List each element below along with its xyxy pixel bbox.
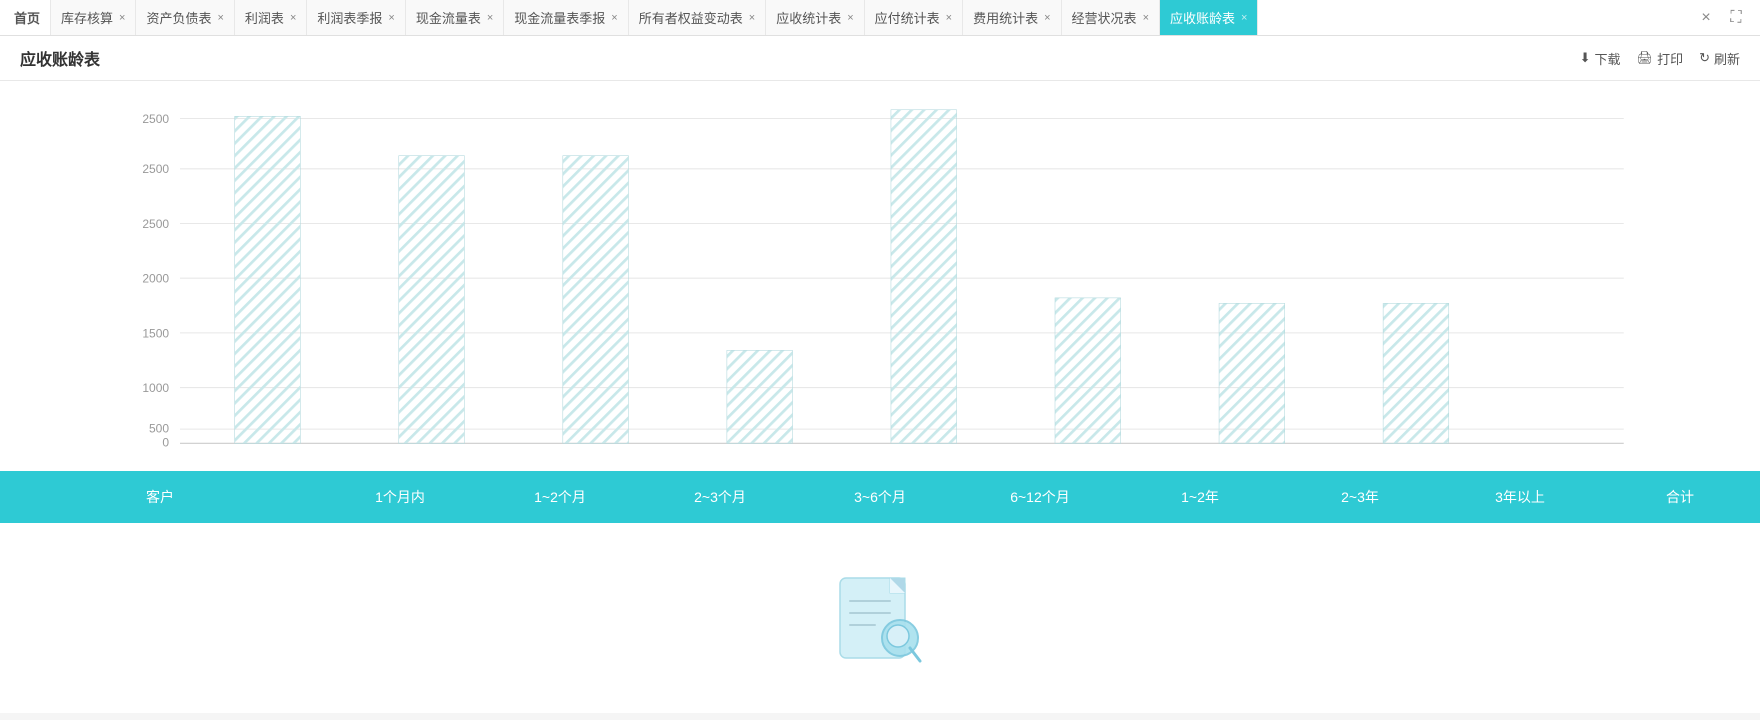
tab-inventory-label: 库存核算	[61, 8, 113, 27]
svg-text:0: 0	[162, 436, 169, 450]
svg-text:1000: 1000	[142, 381, 169, 395]
svg-text:2500: 2500	[142, 162, 169, 176]
bar-chart: 2500 2500 2500 2000 1500 1000 500 0	[40, 101, 1720, 451]
print-label: 打印	[1657, 49, 1683, 68]
tab-balance[interactable]: 资产负债表 ×	[136, 0, 234, 36]
col-6-12month: 6~12个月	[960, 471, 1120, 523]
tab-profit-quarterly[interactable]: 利润表季报 ×	[307, 0, 405, 36]
tab-cashflow-close[interactable]: ×	[487, 12, 493, 24]
page-header: 应收账龄表 ⬇ 下载 🖨 打印 ↻ 刷新	[0, 36, 1760, 81]
tab-balance-close[interactable]: ×	[217, 12, 223, 24]
tab-balance-label: 资产负债表	[146, 8, 211, 27]
tab-expense-stats-label: 费用统计表	[973, 8, 1038, 27]
tab-cashflow[interactable]: 现金流量表 ×	[406, 0, 504, 36]
window-close-button[interactable]: ×	[1694, 6, 1718, 30]
tab-cashflow-quarterly-label: 现金流量表季报	[514, 8, 605, 27]
tab-inventory-close[interactable]: ×	[119, 12, 125, 24]
tab-expense-stats[interactable]: 费用统计表 ×	[963, 0, 1061, 36]
download-button[interactable]: ⬇ 下载	[1580, 49, 1621, 68]
tab-cashflow-quarterly[interactable]: 现金流量表季报 ×	[504, 0, 628, 36]
tab-cashflow-quarterly-close[interactable]: ×	[611, 12, 617, 24]
tab-expense-stats-close[interactable]: ×	[1044, 12, 1050, 24]
window-maximize-button[interactable]: ⛶	[1724, 6, 1748, 30]
col-3plus-year: 3年以上	[1440, 471, 1600, 523]
page-actions: ⬇ 下载 🖨 打印 ↻ 刷新	[1580, 49, 1740, 68]
tab-operations[interactable]: 经营状况表 ×	[1062, 0, 1160, 36]
empty-state	[0, 523, 1760, 713]
main-content: 2500 2500 2500 2000 1500 1000 500 0	[0, 81, 1760, 713]
tab-ap-stats-label: 应付统计表	[875, 8, 940, 27]
svg-text:1500: 1500	[142, 326, 169, 340]
tab-ar-aging[interactable]: 应收账龄表 ×	[1160, 0, 1258, 36]
tab-profit-quarterly-label: 利润表季报	[317, 8, 382, 27]
svg-text:2500: 2500	[142, 112, 169, 126]
download-icon: ⬇	[1580, 50, 1591, 66]
chart-area: 2500 2500 2500 2000 1500 1000 500 0	[0, 81, 1760, 471]
tab-ar-stats[interactable]: 应收统计表 ×	[766, 0, 864, 36]
tab-ap-stats[interactable]: 应付统计表 ×	[865, 0, 963, 36]
tab-bar: 首页 库存核算 × 资产负债表 × 利润表 × 利润表季报 × 现金流量表 × …	[0, 0, 1760, 36]
tab-cashflow-label: 现金流量表	[416, 8, 481, 27]
col-2-3year: 2~3年	[1280, 471, 1440, 523]
tab-equity-label: 所有者权益变动表	[639, 8, 743, 27]
page-title: 应收账龄表	[20, 46, 100, 70]
refresh-button[interactable]: ↻ 刷新	[1699, 49, 1740, 68]
tab-operations-close[interactable]: ×	[1143, 12, 1149, 24]
svg-text:2500: 2500	[142, 217, 169, 231]
svg-text:500: 500	[149, 421, 169, 435]
tab-home[interactable]: 首页	[4, 0, 51, 36]
tab-profit-close[interactable]: ×	[290, 12, 296, 24]
col-2-3month: 2~3个月	[640, 471, 800, 523]
col-1-2year: 1~2年	[1120, 471, 1280, 523]
col-1-2month: 1~2个月	[480, 471, 640, 523]
tab-profit-quarterly-close[interactable]: ×	[388, 12, 394, 24]
tab-ap-stats-close[interactable]: ×	[946, 12, 952, 24]
col-total: 合计	[1600, 471, 1760, 523]
table-header: 客户 1个月内 1~2个月 2~3个月 3~6个月 6~12个月 1~2年 2~…	[0, 471, 1760, 523]
tab-ar-aging-close[interactable]: ×	[1241, 12, 1247, 24]
tab-ar-stats-label: 应收统计表	[776, 8, 841, 27]
col-customer: 客户	[0, 471, 320, 523]
tab-profit-label: 利润表	[245, 8, 284, 27]
tab-profit[interactable]: 利润表 ×	[235, 0, 307, 36]
tab-home-label: 首页	[14, 8, 40, 27]
print-button[interactable]: 🖨 打印	[1637, 49, 1684, 68]
download-label: 下载	[1595, 49, 1621, 68]
tab-ar-stats-close[interactable]: ×	[847, 12, 853, 24]
tab-equity-close[interactable]: ×	[749, 12, 755, 24]
refresh-label: 刷新	[1714, 49, 1740, 68]
tab-operations-label: 经营状况表	[1072, 8, 1137, 27]
print-icon: 🖨	[1637, 50, 1654, 66]
col-1month: 1个月内	[320, 471, 480, 523]
col-3-6month: 3~6个月	[800, 471, 960, 523]
tab-inventory[interactable]: 库存核算 ×	[51, 0, 136, 36]
tab-bar-actions: × ⛶	[1694, 6, 1756, 30]
refresh-icon: ↻	[1699, 50, 1710, 66]
tab-ar-aging-label: 应收账龄表	[1170, 8, 1235, 27]
tab-equity[interactable]: 所有者权益变动表 ×	[629, 0, 766, 36]
empty-illustration	[820, 563, 940, 673]
svg-text:2000: 2000	[142, 272, 169, 286]
